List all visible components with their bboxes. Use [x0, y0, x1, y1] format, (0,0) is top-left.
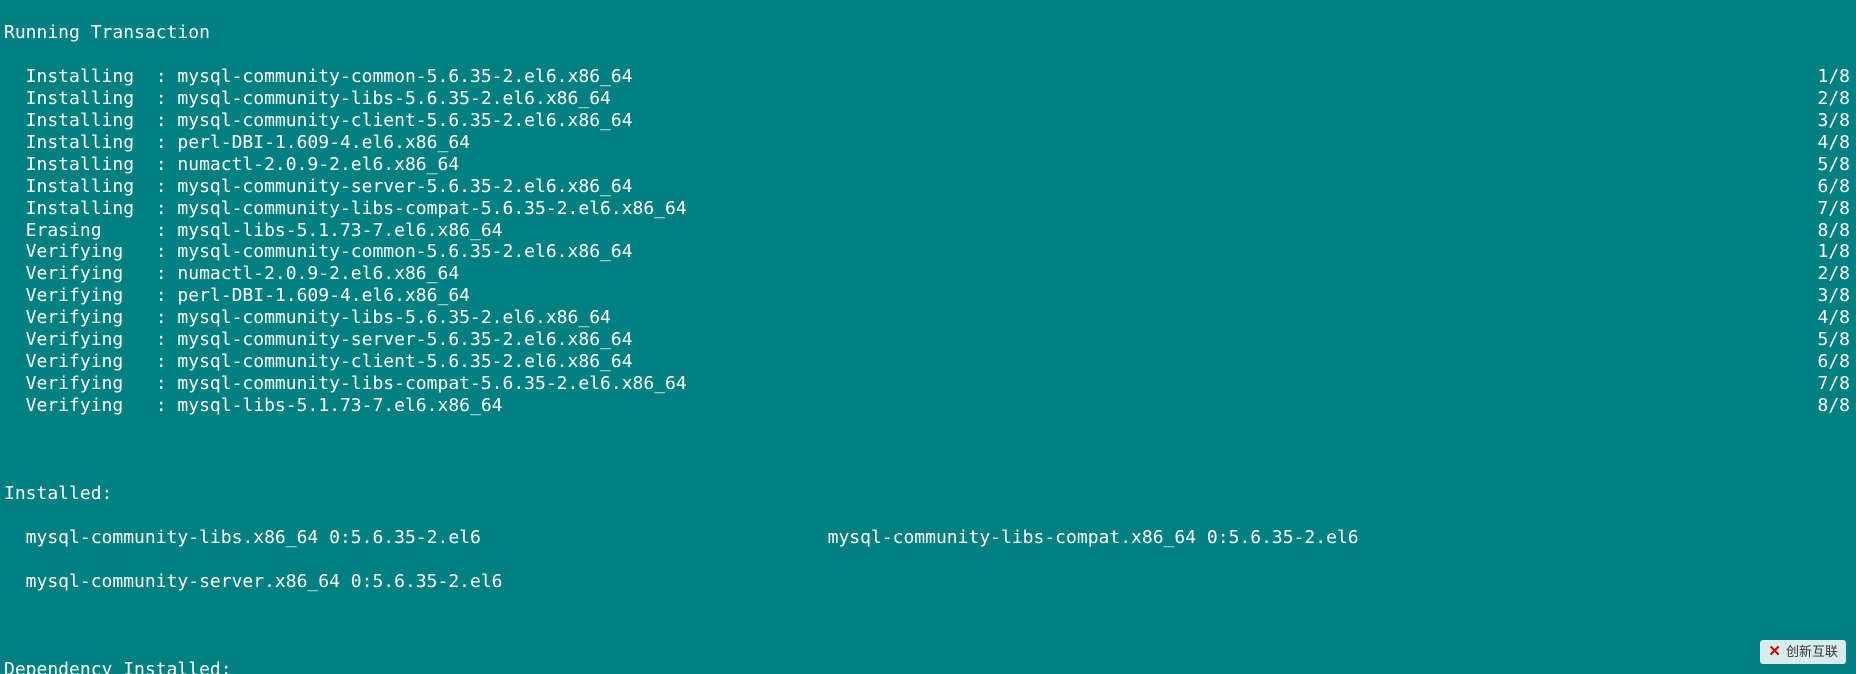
- transaction-line: Verifying : mysql-libs-5.1.73-7.el6.x86_…: [4, 395, 1852, 417]
- transaction-left: Installing : mysql-community-libs-5.6.35…: [4, 88, 611, 110]
- blank-line: [4, 439, 1852, 461]
- transaction-left: Verifying : perl-DBI-1.609-4.el6.x86_64: [4, 285, 470, 307]
- transaction-left: Verifying : mysql-community-server-5.6.3…: [4, 329, 633, 351]
- transaction-left: Verifying : numactl-2.0.9-2.el6.x86_64: [4, 263, 459, 285]
- transaction-count: 6/8: [1817, 176, 1852, 198]
- transaction-left: Installing : perl-DBI-1.609-4.el6.x86_64: [4, 132, 470, 154]
- transaction-line: Installing : mysql-community-libs-5.6.35…: [4, 88, 1852, 110]
- transaction-line: Installing : mysql-community-server-5.6.…: [4, 176, 1852, 198]
- transaction-line: Verifying : numactl-2.0.9-2.el6.x86_64 2/…: [4, 263, 1852, 285]
- transaction-line: Installing : mysql-community-client-5.6.…: [4, 110, 1852, 132]
- transaction-left: Verifying : mysql-community-common-5.6.3…: [4, 241, 633, 263]
- transaction-count: 3/8: [1817, 110, 1852, 132]
- transaction-count: 7/8: [1817, 373, 1852, 395]
- installed-row: mysql-community-libs.x86_64 0:5.6.35-2.e…: [4, 527, 1852, 549]
- transaction-count: 1/8: [1817, 66, 1852, 88]
- transaction-count: 5/8: [1817, 329, 1852, 351]
- transaction-count: 2/8: [1817, 263, 1852, 285]
- transaction-count: 5/8: [1817, 154, 1852, 176]
- running-transaction-header: Running Transaction: [4, 22, 1852, 44]
- watermark-icon: ✕: [1768, 643, 1781, 661]
- transaction-count: 8/8: [1817, 395, 1852, 417]
- transaction-line: Verifying : perl-DBI-1.609-4.el6.x86_64 3…: [4, 285, 1852, 307]
- transaction-line: Verifying : mysql-community-libs-compat-…: [4, 373, 1852, 395]
- transaction-line: Erasing : mysql-libs-5.1.73-7.el6.x86_64…: [4, 220, 1852, 242]
- terminal-output: Running Transaction Installing : mysql-c…: [0, 0, 1856, 674]
- transaction-count: 1/8: [1817, 241, 1852, 263]
- transaction-line: Verifying : mysql-community-common-5.6.3…: [4, 241, 1852, 263]
- transaction-left: Verifying : mysql-community-libs-5.6.35-…: [4, 307, 611, 329]
- transaction-line: Verifying : mysql-community-server-5.6.3…: [4, 329, 1852, 351]
- transaction-left: Verifying : mysql-libs-5.1.73-7.el6.x86_…: [4, 395, 503, 417]
- transaction-line: Installing : mysql-community-common-5.6.…: [4, 66, 1852, 88]
- transaction-line: Installing : mysql-community-libs-compat…: [4, 198, 1852, 220]
- transaction-count: 4/8: [1817, 132, 1852, 154]
- transaction-left: Installing : numactl-2.0.9-2.el6.x86_64: [4, 154, 459, 176]
- transaction-line: Installing : perl-DBI-1.609-4.el6.x86_64…: [4, 132, 1852, 154]
- installed-header: Installed:: [4, 483, 1852, 505]
- watermark-text: 创新互联: [1786, 644, 1838, 660]
- transaction-count: 4/8: [1817, 307, 1852, 329]
- transaction-left: Installing : mysql-community-libs-compat…: [4, 198, 687, 220]
- transaction-count: 7/8: [1817, 198, 1852, 220]
- installed-row: mysql-community-server.x86_64 0:5.6.35-2…: [4, 571, 1852, 593]
- transaction-left: Erasing : mysql-libs-5.1.73-7.el6.x86_64: [4, 220, 503, 242]
- transaction-left: Installing : mysql-community-server-5.6.…: [4, 176, 633, 198]
- transaction-line: Installing : numactl-2.0.9-2.el6.x86_64 5…: [4, 154, 1852, 176]
- transaction-left: Installing : mysql-community-common-5.6.…: [4, 66, 633, 88]
- transaction-count: 3/8: [1817, 285, 1852, 307]
- watermark-badge: ✕ 创新互联: [1760, 640, 1846, 664]
- transaction-line: Verifying : mysql-community-libs-5.6.35-…: [4, 307, 1852, 329]
- transaction-count: 2/8: [1817, 88, 1852, 110]
- transaction-count: 6/8: [1817, 351, 1852, 373]
- transaction-left: Installing : mysql-community-client-5.6.…: [4, 110, 633, 132]
- transaction-left: Verifying : mysql-community-client-5.6.3…: [4, 351, 633, 373]
- transaction-line: Verifying : mysql-community-client-5.6.3…: [4, 351, 1852, 373]
- transaction-count: 8/8: [1817, 220, 1852, 242]
- dependency-header: Dependency Installed:: [4, 659, 1852, 674]
- blank-line: [4, 615, 1852, 637]
- transaction-left: Verifying : mysql-community-libs-compat-…: [4, 373, 687, 395]
